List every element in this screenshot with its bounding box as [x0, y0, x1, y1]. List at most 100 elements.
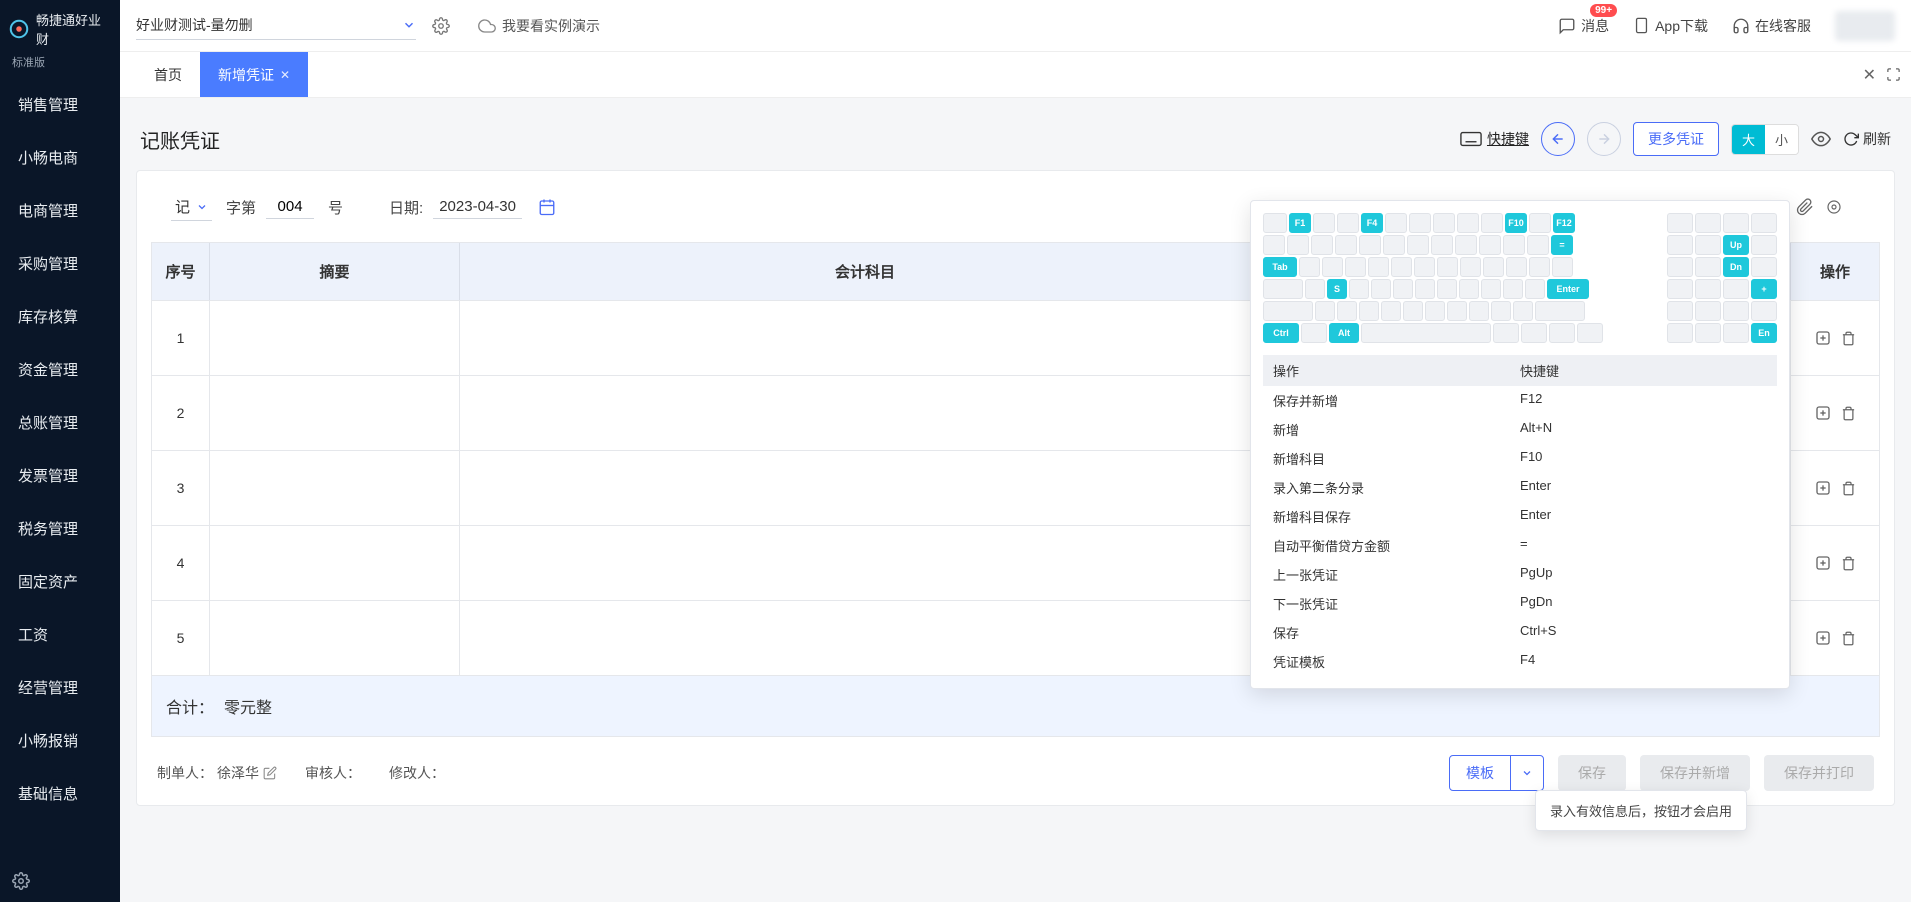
sidebar-item-3[interactable]: 采购管理: [0, 237, 120, 290]
col-account: 会计科目: [460, 243, 1271, 300]
date-label: 日期:: [389, 197, 423, 218]
voucher-type-select[interactable]: 记: [171, 193, 212, 221]
sidebar-nav: 销售管理 小畅电商 电商管理 采购管理 库存核算 资金管理 总账管理 发票管理 …: [0, 78, 120, 860]
add-row-icon[interactable]: [1815, 480, 1831, 496]
avatar[interactable]: [1835, 11, 1895, 41]
sidebar-item-8[interactable]: 税务管理: [0, 502, 120, 555]
sidebar-item-2[interactable]: 电商管理: [0, 184, 120, 237]
sidebar-item-1[interactable]: 小畅电商: [0, 131, 120, 184]
sidebar-item-6[interactable]: 总账管理: [0, 396, 120, 449]
sidebar-item-12[interactable]: 小畅报销: [0, 714, 120, 767]
summary-cell[interactable]: [210, 451, 460, 525]
summary-cell[interactable]: [210, 601, 460, 675]
size-small-button[interactable]: 小: [1765, 125, 1798, 154]
voucher-number-input[interactable]: [266, 195, 314, 219]
delete-row-icon[interactable]: [1841, 406, 1856, 421]
sidebar-item-0[interactable]: 销售管理: [0, 78, 120, 131]
sidebar-item-10[interactable]: 工资: [0, 608, 120, 661]
summary-cell[interactable]: [210, 376, 460, 450]
col-summary: 摘要: [210, 243, 460, 300]
maker-label: 制单人：: [157, 763, 213, 783]
shortcut-row: 保存并新增F12: [1263, 386, 1777, 415]
account-cell[interactable]: [460, 526, 1271, 600]
account-cell[interactable]: [460, 601, 1271, 675]
save-new-button: 保存并新增: [1640, 755, 1750, 791]
sidebar-settings[interactable]: [0, 860, 120, 902]
size-large-button[interactable]: 大: [1732, 125, 1765, 154]
brand-name: 畅捷通好业财: [36, 10, 112, 48]
tabbar-close-icon[interactable]: ✕: [1863, 65, 1876, 85]
auditor-label: 审核人：: [305, 763, 361, 783]
sidebar-item-4[interactable]: 库存核算: [0, 290, 120, 343]
messages-link[interactable]: 消息 99+: [1558, 16, 1609, 36]
download-link[interactable]: App下载: [1633, 16, 1708, 36]
chevron-down-icon: [196, 201, 208, 213]
sidebar-item-11[interactable]: 经营管理: [0, 661, 120, 714]
shortcut-link[interactable]: 快捷键: [1460, 129, 1529, 149]
col-op: 操作: [1791, 243, 1879, 300]
summary-cell[interactable]: [210, 301, 460, 375]
sidebar-item-5[interactable]: 资金管理: [0, 343, 120, 396]
calendar-icon[interactable]: [538, 198, 556, 216]
tab-home[interactable]: 首页: [136, 52, 200, 97]
account-cell[interactable]: [460, 451, 1271, 525]
shortcut-row: 新增科目保存Enter: [1263, 502, 1777, 531]
shortcut-row: 保存Ctrl+S: [1263, 618, 1777, 647]
shortcut-popover: F1F4F10F12=TabSEnterCtrlAlt UpDn+En 操作 快…: [1250, 200, 1790, 689]
row-index: 2: [152, 376, 210, 450]
delete-row-icon[interactable]: [1841, 631, 1856, 646]
account-cell[interactable]: [460, 376, 1271, 450]
account-cell[interactable]: [460, 301, 1271, 375]
maker-name: 徐泽华: [217, 763, 259, 783]
shortcut-op-head: 操作: [1273, 361, 1520, 380]
more-vouchers-button[interactable]: 更多凭证: [1633, 122, 1719, 156]
close-icon[interactable]: ✕: [280, 68, 290, 82]
summary-cell[interactable]: [210, 526, 460, 600]
settings-icon[interactable]: [432, 17, 450, 35]
eye-icon[interactable]: [1811, 129, 1831, 149]
shortcut-row: 新增科目F10: [1263, 444, 1777, 473]
cloud-icon: [478, 17, 496, 35]
tabbar-expand-icon[interactable]: [1886, 67, 1901, 82]
shortcut-row: 上一张凭证PgUp: [1263, 560, 1777, 589]
org-selector[interactable]: 好业财测试-量勿删: [136, 11, 416, 40]
prev-voucher-button[interactable]: [1541, 122, 1575, 156]
size-toggle: 大 小: [1731, 124, 1799, 155]
messages-label: 消息: [1581, 16, 1609, 36]
shortcut-row: 凭证模板F4: [1263, 647, 1777, 676]
sidebar-item-7[interactable]: 发票管理: [0, 449, 120, 502]
demo-label: 我要看实例演示: [502, 16, 600, 36]
delete-row-icon[interactable]: [1841, 481, 1856, 496]
chevron-down-icon[interactable]: [1510, 756, 1543, 790]
row-ops: [1791, 526, 1879, 600]
delete-row-icon[interactable]: [1841, 556, 1856, 571]
add-row-icon[interactable]: [1815, 330, 1831, 346]
chevron-down-icon: [402, 18, 416, 32]
support-link[interactable]: 在线客服: [1732, 16, 1811, 36]
add-row-icon[interactable]: [1815, 405, 1831, 421]
save-print-button: 保存并打印: [1764, 755, 1874, 791]
hao-label: 号: [328, 197, 343, 218]
edit-icon[interactable]: [263, 766, 277, 780]
voucher-settings-icon[interactable]: [1826, 199, 1842, 215]
row-index: 3: [152, 451, 210, 525]
brand: 畅捷通好业财: [0, 0, 120, 58]
refresh-button[interactable]: 刷新: [1843, 129, 1891, 149]
demo-link[interactable]: 我要看实例演示: [478, 16, 600, 36]
sidebar-item-9[interactable]: 固定资产: [0, 555, 120, 608]
attachment-icon[interactable]: [1796, 198, 1814, 216]
next-voucher-button[interactable]: [1587, 122, 1621, 156]
row-index: 1: [152, 301, 210, 375]
total-text: 零元整: [224, 694, 272, 718]
delete-row-icon[interactable]: [1841, 331, 1856, 346]
row-index: 5: [152, 601, 210, 675]
message-icon: [1558, 17, 1576, 35]
shortcut-row: 下一张凭证PgDn: [1263, 589, 1777, 618]
add-row-icon[interactable]: [1815, 630, 1831, 646]
sidebar-item-13[interactable]: 基础信息: [0, 767, 120, 820]
date-value[interactable]: 2023-04-30: [433, 195, 522, 219]
tab-new-voucher[interactable]: 新增凭证 ✕: [200, 52, 308, 97]
support-label: 在线客服: [1755, 16, 1811, 36]
template-button[interactable]: 模板: [1449, 755, 1544, 791]
add-row-icon[interactable]: [1815, 555, 1831, 571]
